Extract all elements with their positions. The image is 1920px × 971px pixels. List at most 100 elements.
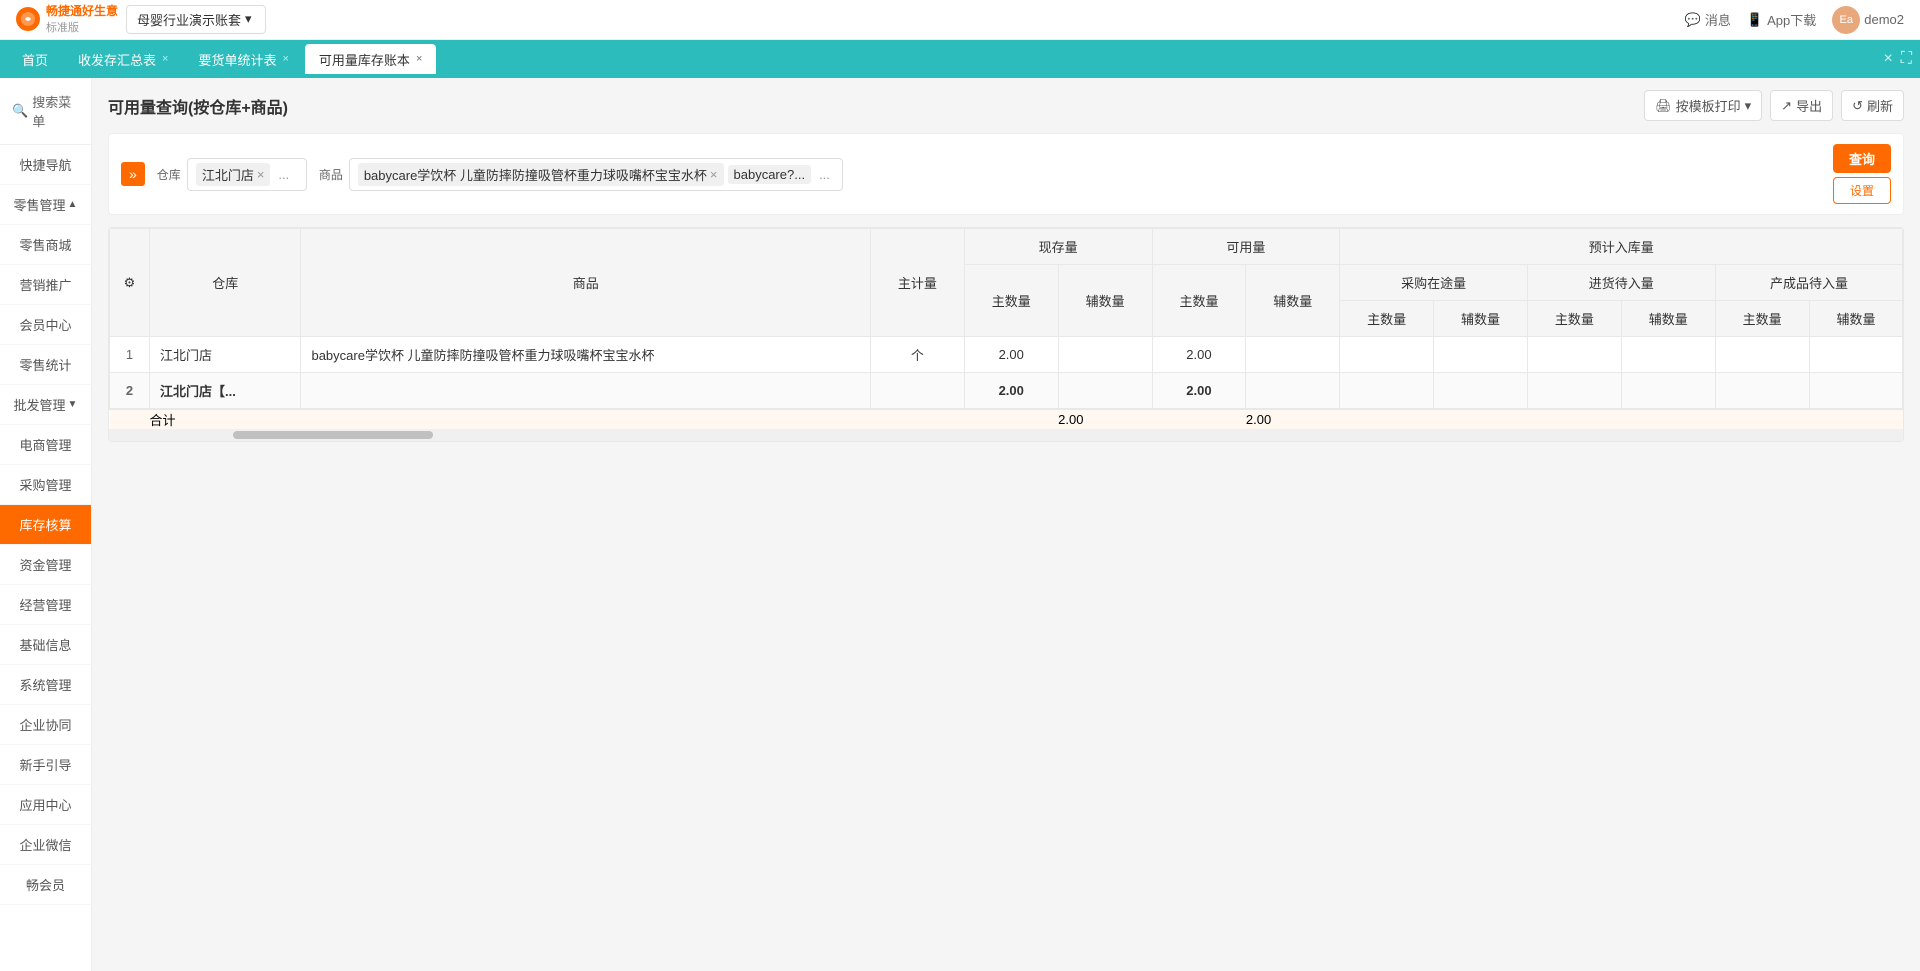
sidebar-item-member[interactable]: 畅会员	[0, 865, 91, 905]
row-avail-main-2: 2.00	[1152, 373, 1246, 410]
th-current-aux-qty: 辅数量	[1058, 265, 1152, 337]
logo-icon	[16, 7, 40, 31]
settings-icon[interactable]: ⚙	[124, 275, 136, 290]
content-area: 可用量查询(按仓库+商品) 🖨 按模板打印 ▾ ↗ 导出 ↺ 刷新	[92, 78, 1920, 971]
arrow-icon: ▲	[68, 199, 78, 210]
tab-order-stats[interactable]: 要货单统计表 ×	[184, 44, 302, 74]
row-unit-1: 个	[870, 337, 964, 373]
sidebar-item-wholesale-mgmt[interactable]: 批发管理 ▼	[0, 385, 91, 425]
sidebar-item-quick-nav[interactable]: 快捷导航	[0, 145, 91, 185]
row-goods-aux-1	[1621, 337, 1715, 373]
available-inventory-label: 可用量库存账本	[319, 50, 410, 69]
sidebar-item-inventory[interactable]: 库存核算	[0, 505, 91, 545]
warehouse-input[interactable]: 江北门店 × ...	[187, 158, 307, 191]
top-bar: 畅捷通好生意 标准版 母婴行业演示账套 ▾ 💬 消息 📱 App下载 Ea de…	[0, 0, 1920, 40]
brand-sub: 标准版	[46, 19, 118, 35]
product-label: 商品	[319, 166, 343, 183]
th-finished-pending: 产成品待入量	[1715, 265, 1903, 301]
product-dots[interactable]: ...	[815, 167, 834, 182]
filter-expand-btn[interactable]: »	[121, 162, 145, 186]
th-product: 商品	[301, 229, 870, 337]
row-goods-aux-2	[1621, 373, 1715, 410]
sidebar-item-sys-mgmt[interactable]: 系统管理	[0, 665, 91, 705]
sidebar-item-purchase-mgmt[interactable]: 采购管理	[0, 465, 91, 505]
tab-home[interactable]: 首页	[8, 44, 62, 74]
settings-btn[interactable]: 设置	[1833, 177, 1891, 204]
warehouse-tag-close[interactable]: ×	[257, 167, 265, 182]
sidebar-item-ops-mgmt[interactable]: 经营管理	[0, 585, 91, 625]
sidebar-item-member-center[interactable]: 会员中心	[0, 305, 91, 345]
chevron-down-icon-print: ▾	[1745, 98, 1752, 114]
app-download-btn[interactable]: 📱 App下载	[1747, 10, 1816, 29]
horizontal-scrollbar[interactable]	[109, 429, 1903, 441]
total-purchase-main	[1434, 409, 1528, 429]
search-menu-btn[interactable]: 🔍 搜索菜单	[8, 86, 83, 136]
th-main-unit: 主计量	[870, 229, 964, 337]
tab-close-order[interactable]: ×	[282, 53, 288, 65]
sidebar-item-retail-stats[interactable]: 零售统计	[0, 345, 91, 385]
th-current-main-qty: 主数量	[964, 265, 1058, 337]
total-avail-aux	[1340, 409, 1434, 429]
product-tag1: babycare学饮杯 儿童防摔防撞吸管杯重力球吸嘴杯宝宝水杯 ×	[358, 163, 724, 186]
search-icon: 🔍	[12, 103, 28, 119]
avatar: Ea	[1832, 6, 1860, 34]
sidebar-item-app-center[interactable]: 应用中心	[0, 785, 91, 825]
row-product-2	[301, 373, 870, 410]
sidebar-item-retail-mgmt[interactable]: 零售管理 ▲	[0, 185, 91, 225]
filter-actions: 查询 设置	[1833, 144, 1891, 204]
product-tag1-close[interactable]: ×	[710, 167, 718, 182]
total-current-aux	[1152, 409, 1246, 429]
sidebar-search: 🔍 搜索菜单	[0, 78, 91, 145]
warehouse-dots[interactable]: ...	[274, 167, 293, 182]
sidebar-item-marketing[interactable]: 营销推广	[0, 265, 91, 305]
sidebar-item-new-guide[interactable]: 新手引导	[0, 745, 91, 785]
brand-text: 畅捷通好生意	[46, 4, 118, 18]
row-finished-aux-2	[1809, 373, 1903, 410]
th-avail-aux-qty: 辅数量	[1246, 265, 1340, 337]
sidebar-item-enterprise-collab[interactable]: 企业协同	[0, 705, 91, 745]
page-container: 可用量查询(按仓库+商品) 🖨 按模板打印 ▾ ↗ 导出 ↺ 刷新	[92, 78, 1920, 454]
expand-btn[interactable]: ⛶	[1901, 50, 1912, 68]
tab-close-inventory[interactable]: ×	[416, 53, 422, 65]
th-avail-main-qty: 主数量	[1152, 265, 1246, 337]
sidebar-item-retail-mall[interactable]: 零售商城	[0, 225, 91, 265]
sidebar-item-basic-info[interactable]: 基础信息	[0, 625, 91, 665]
row-purchase-aux-1	[1434, 337, 1528, 373]
window-buttons: × ⛶	[1883, 50, 1912, 68]
sidebar-item-ecom-mgmt[interactable]: 电商管理	[0, 425, 91, 465]
row-unit-2	[870, 373, 964, 410]
page-title: 可用量查询(按仓库+商品)	[108, 94, 288, 118]
scrollbar-thumb[interactable]	[233, 431, 433, 439]
refresh-icon: ↺	[1852, 98, 1863, 114]
total-goods-aux	[1715, 409, 1809, 429]
row-finished-main-2	[1715, 373, 1809, 410]
product-input[interactable]: babycare学饮杯 儿童防摔防撞吸管杯重力球吸嘴杯宝宝水杯 × babyca…	[349, 158, 843, 191]
total-finished-main	[1809, 409, 1903, 429]
table-row: 2 江北门店【... 2.00 2.00	[110, 373, 1904, 410]
export-icon: ↗	[1781, 98, 1792, 114]
close-all-btn[interactable]: ×	[1883, 50, 1892, 68]
tab-available-inventory[interactable]: 可用量库存账本 ×	[305, 44, 436, 74]
tab-close-receipt[interactable]: ×	[162, 53, 168, 65]
arrow-icon-2: ▼	[68, 399, 78, 410]
th-current-stock: 现存量	[964, 229, 1152, 265]
user-menu[interactable]: Ea demo2	[1832, 6, 1904, 34]
total-avail-main: 2.00	[1246, 409, 1340, 429]
th-available: 可用量	[1152, 229, 1340, 265]
mobile-icon: 📱	[1747, 12, 1763, 28]
export-btn[interactable]: ↗ 导出	[1770, 90, 1833, 121]
sidebar-item-enterprise-wechat[interactable]: 企业微信	[0, 825, 91, 865]
product-tag2: babycare?...	[728, 165, 812, 184]
message-btn[interactable]: 💬 消息	[1685, 10, 1731, 29]
refresh-btn[interactable]: ↺ 刷新	[1841, 90, 1904, 121]
row-current-aux-1	[1058, 337, 1152, 373]
row-finished-aux-1	[1809, 337, 1903, 373]
sidebar-item-finance-mgmt[interactable]: 资金管理	[0, 545, 91, 585]
tab-receipt-summary[interactable]: 收发存汇总表 ×	[64, 44, 182, 74]
template-print-btn[interactable]: 🖨 按模板打印 ▾	[1644, 90, 1762, 121]
logo-area: 畅捷通好生意 标准版	[16, 4, 118, 34]
query-btn[interactable]: 查询	[1833, 144, 1891, 173]
row-num-2: 2	[110, 373, 150, 410]
inventory-table: ⚙ 仓库 商品 主计量 现存量 可用量 预计入库量 主数量 辅数量	[109, 228, 1903, 429]
industry-select[interactable]: 母婴行业演示账套 ▾	[126, 5, 266, 34]
